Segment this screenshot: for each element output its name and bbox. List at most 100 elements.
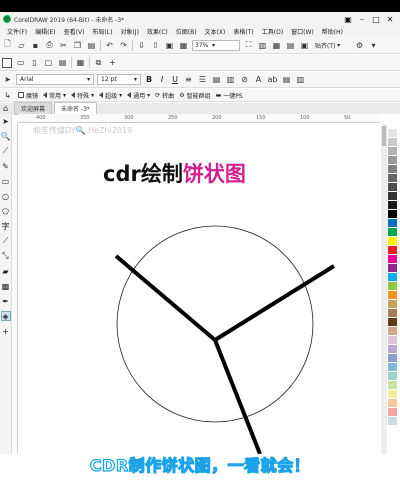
palette-swatch[interactable] bbox=[388, 192, 397, 201]
close-button[interactable]: ✕ bbox=[383, 15, 397, 24]
maximize-button[interactable]: □ bbox=[369, 15, 383, 24]
box-icon[interactable] bbox=[2, 57, 12, 68]
palette-swatch[interactable] bbox=[388, 300, 397, 309]
color-docker-icon[interactable]: ⧉ bbox=[93, 57, 104, 68]
font-name-field[interactable]: Arial ▾ bbox=[16, 74, 94, 85]
dimension-tool-icon[interactable]: ⟋ bbox=[1, 236, 11, 246]
home-icon[interactable]: ⌂ bbox=[3, 104, 8, 113]
transparency-tool-icon[interactable]: ▩ bbox=[1, 281, 11, 291]
save-icon[interactable]: ▪ bbox=[30, 40, 41, 51]
dropdown-arrow-icon[interactable]: ▾ bbox=[368, 40, 379, 51]
palette-swatch[interactable] bbox=[388, 156, 397, 165]
restore-icon[interactable]: ▣ bbox=[341, 15, 355, 24]
menu-object[interactable]: 对象(J) bbox=[116, 27, 142, 36]
effect-one-click-ps[interactable]: ▬ 一键PS bbox=[216, 91, 243, 100]
add-icon[interactable]: + bbox=[107, 57, 118, 68]
shadow-tool-icon[interactable]: ▰ bbox=[1, 266, 11, 276]
minimize-button[interactable]: – bbox=[355, 15, 369, 24]
freehand-tool-icon[interactable]: ✎ bbox=[1, 161, 11, 171]
palette-swatch[interactable] bbox=[388, 318, 397, 327]
palette-swatch[interactable] bbox=[388, 336, 397, 345]
effect-special[interactable]: 特殊 ▾ bbox=[71, 91, 94, 100]
effect-smart-group[interactable]: ⚙ 智能群组 bbox=[179, 91, 210, 100]
align-left-icon[interactable]: ≡ bbox=[183, 74, 194, 85]
import-icon[interactable]: ⇩ bbox=[136, 40, 147, 51]
text-tool-icon[interactable]: 字 bbox=[1, 221, 11, 231]
menu-view[interactable]: 查看(V) bbox=[60, 27, 89, 36]
zoom-tool-icon[interactable]: 🔍 bbox=[1, 131, 11, 141]
pdf-icon[interactable]: ▣ bbox=[164, 40, 175, 51]
snap-icon[interactable]: ▣ bbox=[299, 40, 310, 51]
menu-table[interactable]: 表格(T) bbox=[229, 27, 257, 36]
grid-icon[interactable]: ▦ bbox=[271, 40, 282, 51]
pie-divider-line-right[interactable] bbox=[213, 264, 336, 342]
menu-text[interactable]: 文本(X) bbox=[201, 27, 230, 36]
palette-swatch[interactable] bbox=[388, 354, 397, 363]
palette-swatch[interactable] bbox=[388, 174, 397, 183]
palette-swatch[interactable] bbox=[388, 237, 397, 246]
menu-file[interactable]: 文件(F) bbox=[3, 27, 31, 36]
zoom-level-field[interactable]: 37% ▾ bbox=[192, 39, 240, 51]
pie-circle[interactable] bbox=[116, 225, 314, 423]
cut-icon[interactable]: ✂ bbox=[58, 40, 69, 51]
palette-swatch[interactable] bbox=[388, 165, 397, 174]
guidelines-icon[interactable]: ▤ bbox=[285, 40, 296, 51]
vertical-scrollbar[interactable] bbox=[381, 124, 387, 454]
interactive-fill-icon[interactable]: ◈ bbox=[0, 311, 11, 321]
palette-swatch[interactable] bbox=[388, 291, 397, 300]
palette-swatch[interactable] bbox=[388, 246, 397, 255]
palette-swatch[interactable] bbox=[388, 201, 397, 210]
text-frame-icon[interactable]: ▥ bbox=[225, 74, 236, 85]
full-screen-icon[interactable]: ⛶ bbox=[243, 40, 254, 51]
bullet-list-icon[interactable]: ☰ bbox=[197, 74, 208, 85]
italic-button[interactable]: I bbox=[157, 74, 167, 85]
freehand-icon[interactable]: ↳ bbox=[2, 90, 13, 101]
drawing-canvas[interactable]: 和笙传媒DY🔍 HeZhi2019 cdr绘制饼状图 bbox=[19, 124, 380, 454]
polygon-tool-icon[interactable]: ⬠ bbox=[1, 206, 11, 216]
open-icon[interactable]: ▱ bbox=[16, 40, 27, 51]
menu-bitmap[interactable]: 位图(B) bbox=[172, 27, 201, 36]
export-icon[interactable]: ⇧ bbox=[150, 40, 161, 51]
envelope-icon[interactable]: ▤ bbox=[57, 57, 68, 68]
rectangle-tool-icon[interactable]: ▭ bbox=[1, 176, 11, 186]
palette-swatch[interactable] bbox=[388, 210, 397, 219]
pick-tool-icon[interactable]: ➤ bbox=[1, 116, 11, 126]
ellipse-tool-icon[interactable]: ○ bbox=[1, 191, 11, 201]
menu-layout[interactable]: 布局(L) bbox=[88, 27, 116, 36]
menu-tools[interactable]: 工具(O) bbox=[258, 27, 287, 36]
effect-mirror[interactable]: 魔镜 bbox=[18, 91, 38, 100]
palette-swatch[interactable] bbox=[388, 255, 397, 264]
glyph-icon[interactable]: ⊘ bbox=[239, 74, 250, 85]
drop-cap-icon[interactable]: ▤ bbox=[211, 74, 222, 85]
character-format-icon[interactable]: A bbox=[253, 74, 264, 85]
palette-swatch[interactable] bbox=[388, 345, 397, 354]
undo-icon[interactable]: ↶ bbox=[104, 40, 115, 51]
effect-super[interactable]: 超级 ▾ bbox=[99, 91, 122, 100]
app-launcher-icon[interactable]: ▦ bbox=[178, 40, 189, 51]
effect-convert-curves[interactable]: ⟳ 转曲 bbox=[155, 91, 174, 100]
settings-gear-icon[interactable]: ⚙ bbox=[354, 40, 365, 51]
menu-help[interactable]: 帮助(H) bbox=[318, 27, 347, 36]
outline-icon[interactable]: ▢ bbox=[43, 57, 54, 68]
palette-swatch[interactable] bbox=[388, 138, 397, 147]
eyedropper-tool-icon[interactable]: ✒ bbox=[1, 296, 11, 306]
palette-swatch[interactable] bbox=[388, 309, 397, 318]
palette-swatch[interactable] bbox=[388, 381, 397, 390]
palette-swatch[interactable] bbox=[388, 120, 397, 129]
add-tool-icon[interactable]: + bbox=[1, 326, 11, 336]
effect-common[interactable]: 常用 ▾ bbox=[43, 91, 66, 100]
palette-swatch[interactable] bbox=[388, 264, 397, 273]
align-icon[interactable]: ▭ bbox=[15, 57, 26, 68]
palette-swatch[interactable] bbox=[388, 129, 397, 138]
rulers-icon[interactable]: ▥ bbox=[257, 40, 268, 51]
menu-effects[interactable]: 效果(C) bbox=[143, 27, 172, 36]
horizontal-text-icon[interactable]: ▤ bbox=[281, 74, 292, 85]
palette-swatch[interactable] bbox=[388, 183, 397, 192]
palette-swatch[interactable] bbox=[388, 219, 397, 228]
vertical-text-icon[interactable]: ▥ bbox=[295, 74, 306, 85]
print-icon[interactable]: ⎙ bbox=[44, 40, 55, 51]
font-size-field[interactable]: 12 pt ▾ bbox=[97, 74, 141, 85]
group-icon[interactable]: ▦ bbox=[75, 57, 86, 68]
pie-divider-line-left[interactable] bbox=[114, 254, 217, 342]
pick-tool-icon[interactable]: ➤ bbox=[2, 74, 13, 85]
